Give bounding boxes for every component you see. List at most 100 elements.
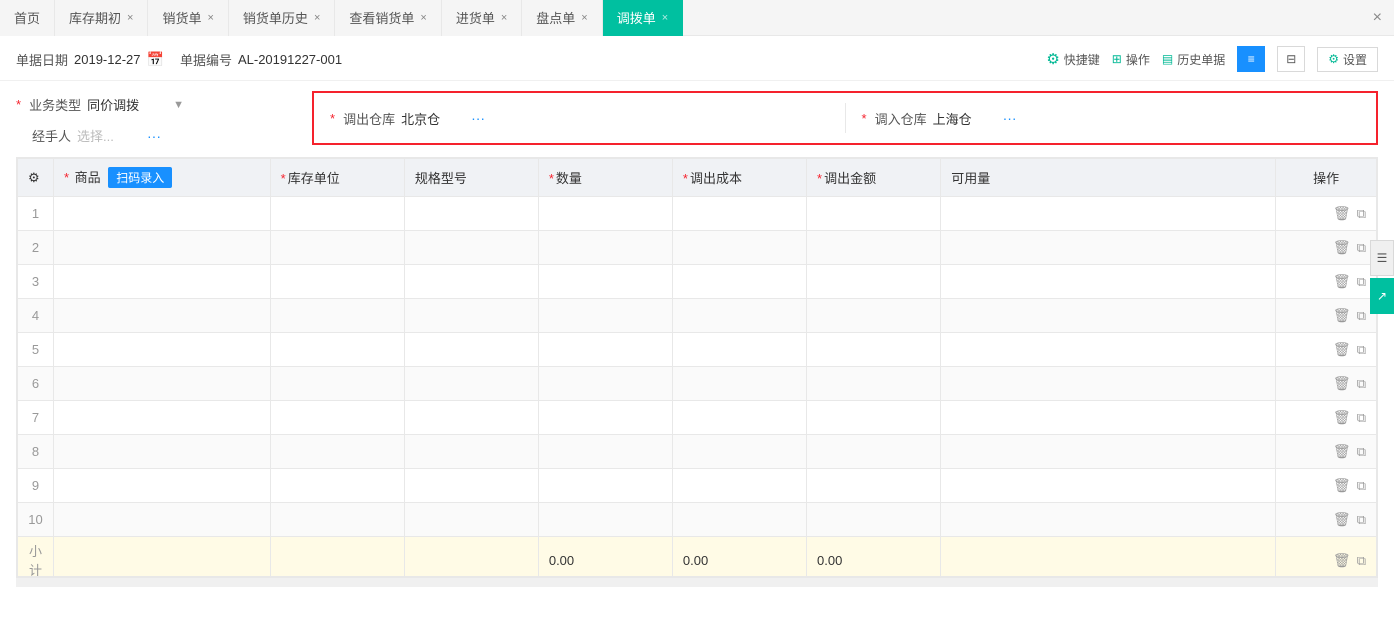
operations-action[interactable]: ⊞ 操作 xyxy=(1112,51,1150,68)
amount-cell[interactable] xyxy=(807,367,941,401)
biz-type-dropdown-icon[interactable]: ▼ xyxy=(173,99,184,111)
spec-cell[interactable] xyxy=(404,367,538,401)
available-cell[interactable] xyxy=(941,265,1276,299)
spec-cell[interactable] xyxy=(404,197,538,231)
cost-cell[interactable] xyxy=(672,503,806,537)
product-cell[interactable] xyxy=(54,435,271,469)
qty-cell[interactable] xyxy=(538,435,672,469)
delete-row-icon[interactable]: 🗑 xyxy=(1333,205,1351,222)
close-inventory-init[interactable]: × xyxy=(127,12,133,24)
settings-button[interactable]: ⚙ 设置 xyxy=(1317,47,1378,72)
close-inventory-check[interactable]: × xyxy=(581,12,587,24)
amount-cell[interactable] xyxy=(807,469,941,503)
docno-value[interactable]: AL-20191227-001 xyxy=(238,52,342,67)
amount-cell[interactable] xyxy=(807,435,941,469)
window-close-button[interactable]: × xyxy=(1361,0,1394,36)
copy-row-icon[interactable]: ⧉ xyxy=(1357,274,1366,290)
delete-row-icon[interactable]: 🗑 xyxy=(1333,477,1351,494)
float-export-btn[interactable]: ↗ xyxy=(1370,278,1394,314)
qty-cell[interactable] xyxy=(538,197,672,231)
amount-cell[interactable] xyxy=(807,231,941,265)
cost-cell[interactable] xyxy=(672,401,806,435)
close-purchase-order[interactable]: × xyxy=(501,12,507,24)
copy-row-icon[interactable]: ⧉ xyxy=(1357,342,1366,358)
wh-in-ellipsis[interactable]: ··· xyxy=(999,110,1021,126)
copy-row-icon[interactable]: ⧉ xyxy=(1357,444,1366,460)
copy-row-icon[interactable]: ⧉ xyxy=(1357,478,1366,494)
qty-cell[interactable] xyxy=(538,333,672,367)
qty-cell[interactable] xyxy=(538,401,672,435)
qty-cell[interactable] xyxy=(538,367,672,401)
col-gear[interactable]: ⚙ xyxy=(18,159,54,197)
delete-row-icon[interactable]: 🗑 xyxy=(1333,552,1351,569)
product-cell[interactable] xyxy=(54,197,271,231)
cost-cell[interactable] xyxy=(672,265,806,299)
available-cell[interactable] xyxy=(941,299,1276,333)
product-cell[interactable] xyxy=(54,333,271,367)
amount-cell[interactable] xyxy=(807,401,941,435)
copy-row-icon[interactable]: ⧉ xyxy=(1357,410,1366,426)
spec-cell[interactable] xyxy=(404,469,538,503)
spec-cell[interactable] xyxy=(404,503,538,537)
copy-row-icon[interactable]: ⧉ xyxy=(1357,512,1366,528)
product-cell[interactable] xyxy=(54,503,271,537)
qty-cell[interactable] xyxy=(538,299,672,333)
amount-cell[interactable] xyxy=(807,333,941,367)
cost-cell[interactable] xyxy=(672,435,806,469)
tab-home[interactable]: 首页 xyxy=(0,0,55,36)
person-placeholder[interactable]: 选择... xyxy=(77,126,137,145)
person-ellipsis-btn[interactable]: ··· xyxy=(143,128,165,144)
spec-cell[interactable] xyxy=(404,265,538,299)
history-action[interactable]: ▤ 历史单据 xyxy=(1162,51,1225,68)
qty-cell[interactable] xyxy=(538,231,672,265)
unit-cell[interactable] xyxy=(270,265,404,299)
wh-in-value[interactable]: 上海仓 xyxy=(933,109,993,128)
amount-cell[interactable] xyxy=(807,503,941,537)
copy-row-icon[interactable]: ⧉ xyxy=(1357,553,1366,569)
copy-row-icon[interactable]: ⧉ xyxy=(1357,240,1366,256)
amount-cell[interactable] xyxy=(807,299,941,333)
product-cell[interactable] xyxy=(54,265,271,299)
tab-sales-order[interactable]: 销货单 × xyxy=(148,0,228,36)
unit-cell[interactable] xyxy=(270,231,404,265)
cost-cell[interactable] xyxy=(672,197,806,231)
available-cell[interactable] xyxy=(941,231,1276,265)
cost-cell[interactable] xyxy=(672,299,806,333)
tab-sales-history[interactable]: 销货单历史 × xyxy=(229,0,335,36)
unit-cell[interactable] xyxy=(270,367,404,401)
delete-row-icon[interactable]: 🗑 xyxy=(1333,307,1351,324)
unit-cell[interactable] xyxy=(270,435,404,469)
unit-cell[interactable] xyxy=(270,503,404,537)
available-cell[interactable] xyxy=(941,401,1276,435)
close-view-sales[interactable]: × xyxy=(420,12,426,24)
product-cell[interactable] xyxy=(54,367,271,401)
product-cell[interactable] xyxy=(54,469,271,503)
biz-type-value[interactable]: 同价调拨 xyxy=(87,95,167,114)
cost-cell[interactable] xyxy=(672,367,806,401)
spec-cell[interactable] xyxy=(404,435,538,469)
tab-purchase-order[interactable]: 进货单 × xyxy=(442,0,522,36)
shortcuts-action[interactable]: ⚙ 快捷键 xyxy=(1046,50,1099,68)
copy-row-icon[interactable]: ⧉ xyxy=(1357,206,1366,222)
delete-row-icon[interactable]: 🗑 xyxy=(1333,239,1351,256)
spec-cell[interactable] xyxy=(404,401,538,435)
delete-row-icon[interactable]: 🗑 xyxy=(1333,375,1351,392)
delete-row-icon[interactable]: 🗑 xyxy=(1333,341,1351,358)
wh-out-ellipsis[interactable]: ··· xyxy=(467,110,489,126)
cost-cell[interactable] xyxy=(672,231,806,265)
available-cell[interactable] xyxy=(941,469,1276,503)
unit-cell[interactable] xyxy=(270,401,404,435)
unit-cell[interactable] xyxy=(270,197,404,231)
tab-view-sales[interactable]: 查看销货单 × xyxy=(335,0,441,36)
copy-row-icon[interactable]: ⧉ xyxy=(1357,376,1366,392)
unit-cell[interactable] xyxy=(270,333,404,367)
tab-inventory-init[interactable]: 库存期初 × xyxy=(55,0,148,36)
delete-row-icon[interactable]: 🗑 xyxy=(1333,273,1351,290)
spec-cell[interactable] xyxy=(404,333,538,367)
layout-btn-2[interactable]: ⊟ xyxy=(1277,46,1305,72)
wh-out-value[interactable]: 北京仓 xyxy=(401,109,461,128)
close-sales-history[interactable]: × xyxy=(314,12,320,24)
date-value[interactable]: 2019-12-27 xyxy=(74,52,141,67)
available-cell[interactable] xyxy=(941,435,1276,469)
tab-inventory-check[interactable]: 盘点单 × xyxy=(522,0,602,36)
